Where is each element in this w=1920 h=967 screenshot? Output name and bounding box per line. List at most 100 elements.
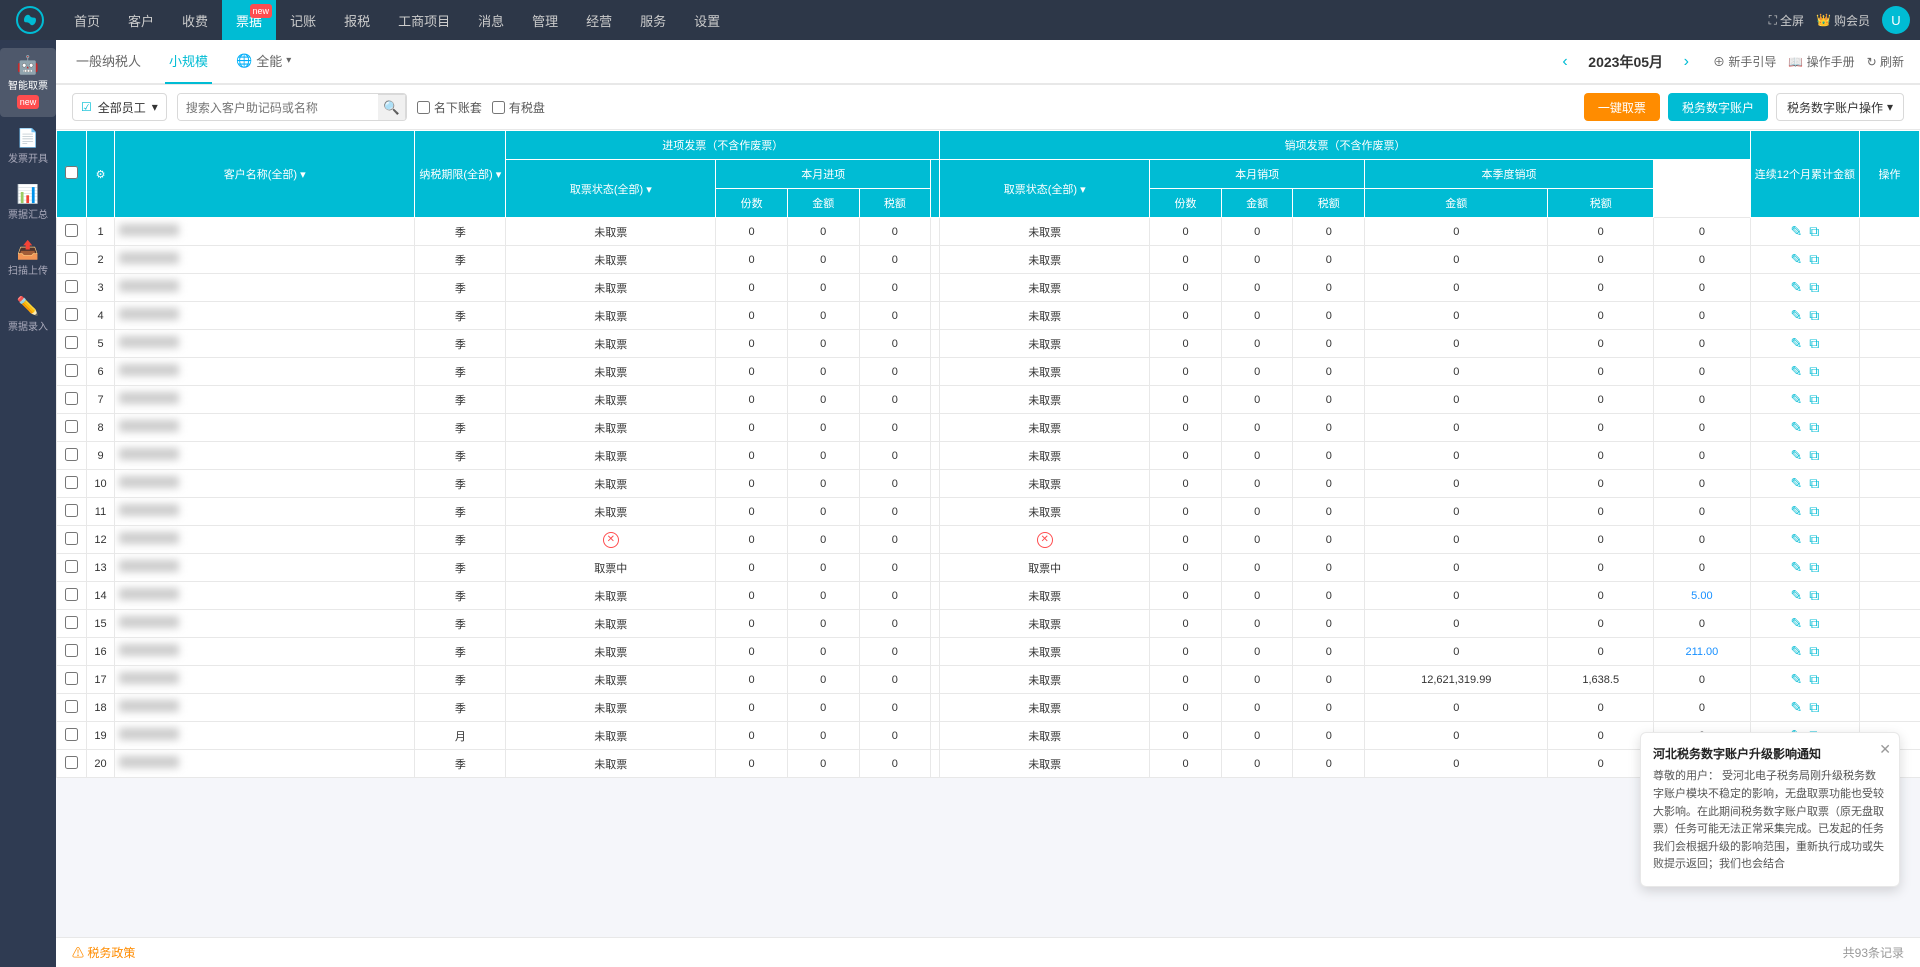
tax-digital-account-button[interactable]: 税务数字账户 xyxy=(1668,93,1768,121)
edit-icon[interactable]: ✎ xyxy=(1790,615,1802,631)
edit-icon[interactable]: ✎ xyxy=(1790,699,1802,715)
tax-digital-account-op-button[interactable]: 税务数字账户操作 ▾ xyxy=(1776,93,1904,121)
edit-icon[interactable]: ✎ xyxy=(1790,335,1802,351)
nav-item-settings[interactable]: 设置 xyxy=(680,0,734,40)
member-button[interactable]: 👑 购会员 xyxy=(1816,12,1870,29)
edit-icon[interactable]: ✎ xyxy=(1790,475,1802,491)
nav-item-home[interactable]: 首页 xyxy=(60,0,114,40)
sidebar-item-scan-upload[interactable]: 📤 扫描上传 xyxy=(0,233,56,285)
nav-item-message[interactable]: 消息 xyxy=(464,0,518,40)
refresh-button[interactable]: ↻ 刷新 xyxy=(1867,53,1904,70)
row-checkbox[interactable] xyxy=(65,672,78,685)
sidebar-item-invoice-open[interactable]: 📄 发票开具 xyxy=(0,121,56,173)
edit-icon[interactable]: ✎ xyxy=(1790,363,1802,379)
row-checkbox[interactable] xyxy=(65,616,78,629)
row-checkbox[interactable] xyxy=(65,504,78,517)
select-all-checkbox[interactable] xyxy=(65,166,78,179)
nav-item-tax[interactable]: 报税 xyxy=(330,0,384,40)
copy-icon[interactable]: ⧉ xyxy=(1809,447,1819,463)
has-taxpad-checkbox[interactable] xyxy=(492,101,505,114)
row-checkbox[interactable] xyxy=(65,336,78,349)
copy-icon[interactable]: ⧉ xyxy=(1809,223,1819,239)
tab-general-taxpayer[interactable]: 一般纳税人 xyxy=(72,40,145,84)
copy-icon[interactable]: ⧉ xyxy=(1809,615,1819,631)
edit-icon[interactable]: ✎ xyxy=(1790,391,1802,407)
copy-icon[interactable]: ⧉ xyxy=(1809,251,1819,267)
row-checkbox[interactable] xyxy=(65,476,78,489)
nav-item-accounting[interactable]: 记账 xyxy=(276,0,330,40)
copy-icon[interactable]: ⧉ xyxy=(1809,419,1819,435)
fullscreen-button[interactable]: ⛶ 全屏 xyxy=(1769,12,1804,29)
copy-icon[interactable]: ⧉ xyxy=(1809,307,1819,323)
row-checkbox[interactable] xyxy=(65,532,78,545)
row-checkbox[interactable] xyxy=(65,700,78,713)
sub-accounts-checkbox[interactable] xyxy=(417,101,430,114)
edit-icon[interactable]: ✎ xyxy=(1790,307,1802,323)
new-guide-button[interactable]: ⊕ 新手引导 xyxy=(1713,53,1776,70)
nav-item-business[interactable]: 工商项目 xyxy=(384,0,464,40)
row-checkbox[interactable] xyxy=(65,728,78,741)
edit-icon[interactable]: ✎ xyxy=(1790,671,1802,687)
tab-all-capable[interactable]: 🌐 全能 ▾ xyxy=(232,40,295,84)
row-checkbox[interactable] xyxy=(65,756,78,769)
dropdown-arrow-icon: ▾ xyxy=(152,100,158,114)
row-checkbox[interactable] xyxy=(65,644,78,657)
search-input[interactable] xyxy=(178,94,378,121)
avatar[interactable]: U xyxy=(1882,6,1910,34)
edit-icon[interactable]: ✎ xyxy=(1790,587,1802,603)
row-checkbox[interactable] xyxy=(65,588,78,601)
edit-icon[interactable]: ✎ xyxy=(1790,223,1802,239)
copy-icon[interactable]: ⧉ xyxy=(1809,391,1819,407)
row-checkbox[interactable] xyxy=(65,308,78,321)
row-checkbox[interactable] xyxy=(65,280,78,293)
nav-item-operation[interactable]: 经营 xyxy=(572,0,626,40)
copy-icon[interactable]: ⧉ xyxy=(1809,503,1819,519)
logo[interactable] xyxy=(10,0,50,40)
period-next-button[interactable]: › xyxy=(1676,53,1697,71)
copy-icon[interactable]: ⧉ xyxy=(1809,363,1819,379)
tax-policy-link[interactable]: ⚠ 税务政策 xyxy=(72,944,135,961)
edit-icon[interactable]: ✎ xyxy=(1790,419,1802,435)
nav-item-service[interactable]: 服务 xyxy=(626,0,680,40)
row-checkbox[interactable] xyxy=(65,560,78,573)
row-checkbox[interactable] xyxy=(65,448,78,461)
row-checkbox[interactable] xyxy=(65,392,78,405)
copy-icon[interactable]: ⧉ xyxy=(1809,559,1819,575)
edit-icon[interactable]: ✎ xyxy=(1790,559,1802,575)
period-prev-button[interactable]: ‹ xyxy=(1554,53,1575,71)
checkbox-has-taxpad[interactable]: 有税盘 xyxy=(492,99,545,116)
edit-icon[interactable]: ✎ xyxy=(1790,643,1802,659)
row-checkbox[interactable] xyxy=(65,224,78,237)
copy-icon[interactable]: ⧉ xyxy=(1809,475,1819,491)
employee-filter[interactable]: ☑ 全部员工 ▾ xyxy=(72,93,167,121)
edit-icon[interactable]: ✎ xyxy=(1790,447,1802,463)
copy-icon[interactable]: ⧉ xyxy=(1809,279,1819,295)
row-checkbox[interactable] xyxy=(65,252,78,265)
manual-button[interactable]: 📖 操作手册 xyxy=(1788,53,1854,70)
copy-icon[interactable]: ⧉ xyxy=(1809,531,1819,547)
nav-item-fee[interactable]: 收费 xyxy=(168,0,222,40)
edit-icon[interactable]: ✎ xyxy=(1790,503,1802,519)
copy-icon[interactable]: ⧉ xyxy=(1809,699,1819,715)
row-checkbox[interactable] xyxy=(65,364,78,377)
checkbox-sub-accounts[interactable]: 名下账套 xyxy=(417,99,482,116)
sidebar-item-smart-ticket[interactable]: 🤖 智能取票 new xyxy=(0,48,56,117)
copy-icon[interactable]: ⧉ xyxy=(1809,671,1819,687)
nav-item-manage[interactable]: 管理 xyxy=(518,0,572,40)
row-checkbox[interactable] xyxy=(65,420,78,433)
one-click-ticket-button[interactable]: 一键取票 xyxy=(1584,93,1660,121)
nav-item-customer[interactable]: 客户 xyxy=(114,0,168,40)
edit-icon[interactable]: ✎ xyxy=(1790,531,1802,547)
edit-icon[interactable]: ✎ xyxy=(1790,251,1802,267)
tab-small-scale[interactable]: 小规模 xyxy=(165,40,212,84)
nav-item-ticket[interactable]: 票据new xyxy=(222,0,276,40)
copy-icon[interactable]: ⧉ xyxy=(1809,643,1819,659)
cell-out-tax: 0 xyxy=(1293,414,1365,442)
copy-icon[interactable]: ⧉ xyxy=(1809,335,1819,351)
sidebar-item-ticket-entry[interactable]: ✏️ 票据录入 xyxy=(0,289,56,341)
edit-icon[interactable]: ✎ xyxy=(1790,279,1802,295)
popup-close-button[interactable]: ✕ xyxy=(1879,741,1891,758)
search-button[interactable]: 🔍 xyxy=(378,94,406,121)
copy-icon[interactable]: ⧉ xyxy=(1809,587,1819,603)
sidebar-item-ticket-summary[interactable]: 📊 票据汇总 xyxy=(0,177,56,229)
